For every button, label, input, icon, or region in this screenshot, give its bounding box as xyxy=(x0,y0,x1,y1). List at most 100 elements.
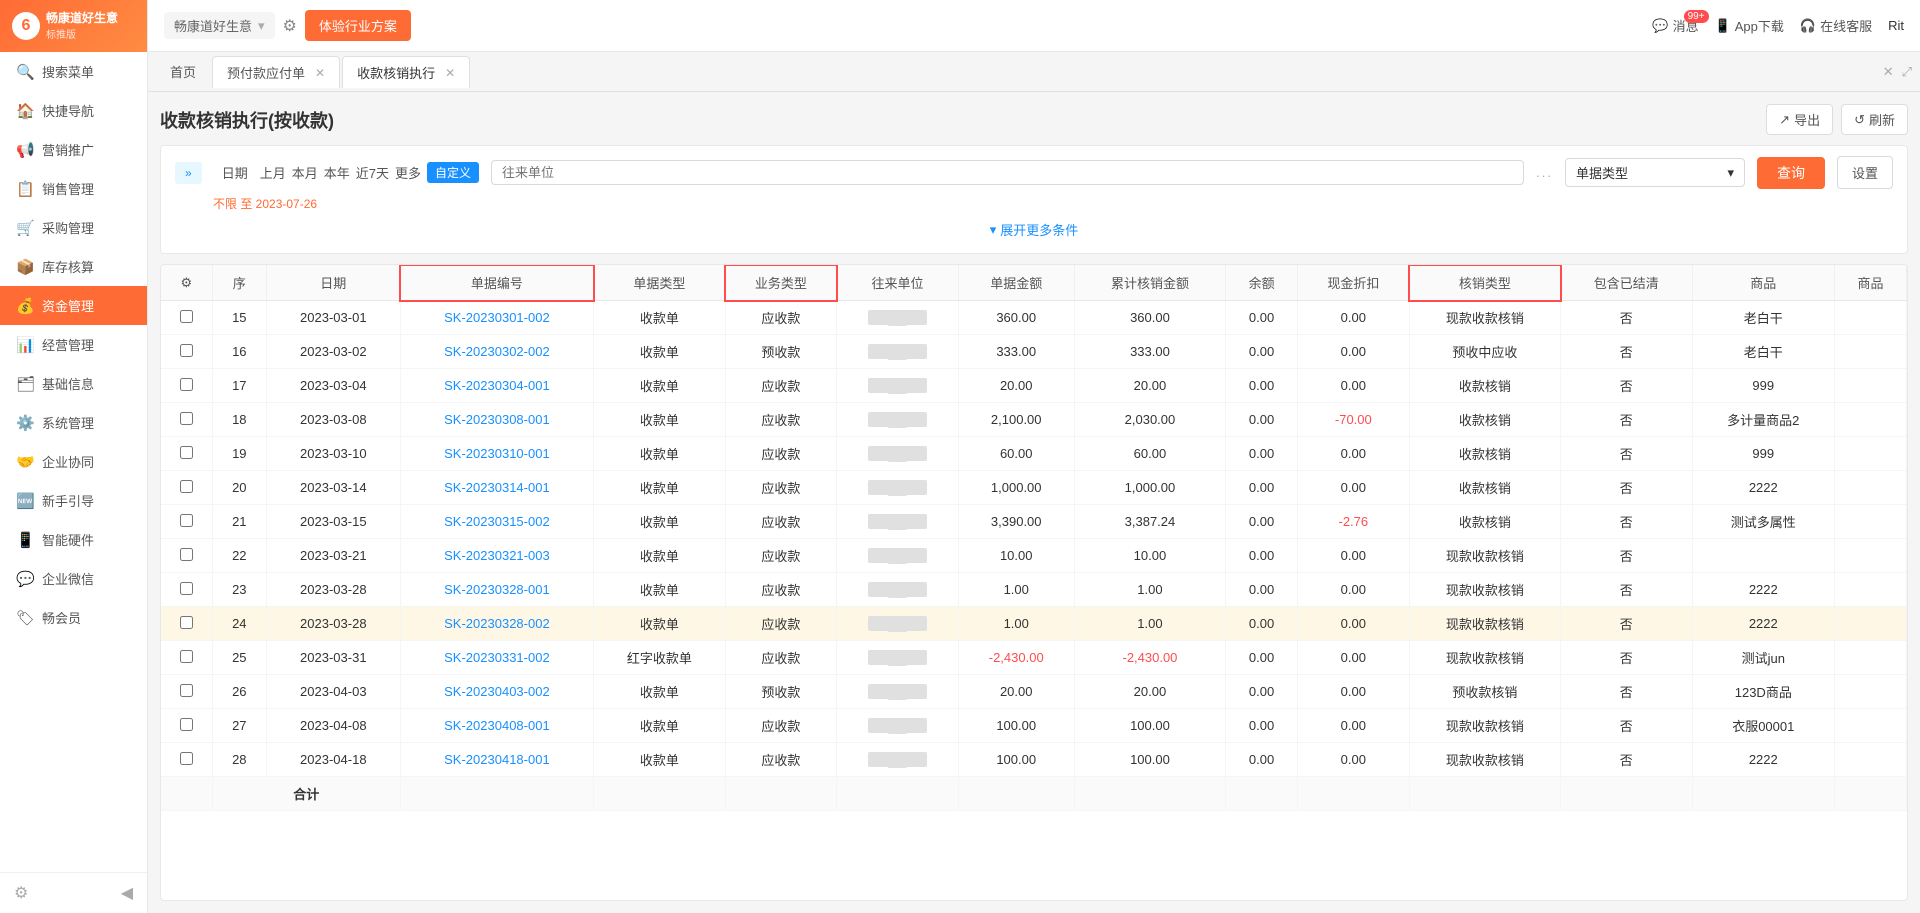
sidebar-item-hardware[interactable]: 📱 智能硬件 xyxy=(0,520,147,559)
col-cancel-type: 核销类型 xyxy=(1409,265,1560,301)
row-checkbox[interactable] xyxy=(161,403,212,437)
row-date: 2023-03-02 xyxy=(266,335,400,369)
tab-collection[interactable]: 收款核销执行 ✕ xyxy=(342,56,470,88)
row-amount: 20.00 xyxy=(958,369,1074,403)
query-button[interactable]: 查询 xyxy=(1757,157,1825,189)
export-button[interactable]: ↗ 导出 xyxy=(1766,104,1833,135)
sidebar-item-purchase[interactable]: 🛒 采购管理 xyxy=(0,208,147,247)
row-checkbox[interactable] xyxy=(161,369,212,403)
row-doc-no[interactable]: SK-20230310-001 xyxy=(400,437,593,471)
user-info[interactable]: Rit xyxy=(1888,18,1904,33)
tab-close-collection[interactable]: ✕ xyxy=(445,66,455,80)
sidebar-item-guide[interactable]: 🆕 新手引导 xyxy=(0,481,147,520)
sidebar-item-marketing[interactable]: 📢 营销推广 xyxy=(0,130,147,169)
row-checkbox[interactable] xyxy=(161,709,212,743)
col-settings[interactable]: ⚙ xyxy=(161,265,212,301)
filter-date-this-year[interactable]: 本年 xyxy=(324,163,350,182)
refresh-button[interactable]: ↺ 刷新 xyxy=(1841,104,1908,135)
sidebar-item-quick-nav[interactable]: 🏠 快捷导航 xyxy=(0,91,147,130)
app-download[interactable]: 📱 App下载 xyxy=(1715,16,1784,35)
row-checkbox[interactable] xyxy=(161,539,212,573)
filter-unit-input[interactable] xyxy=(491,160,1524,185)
row-balance: 0.00 xyxy=(1226,641,1298,675)
messages-badge[interactable]: 💬 消息 99+ xyxy=(1652,16,1698,35)
row-acc-amount: -2,430.00 xyxy=(1074,641,1225,675)
tab-close-all-icon[interactable]: ✕ xyxy=(1883,64,1894,80)
row-checkbox[interactable] xyxy=(161,335,212,369)
tab-expand-icon[interactable]: ⤢ xyxy=(1902,64,1912,80)
tab-prepayment[interactable]: 预付款应付单 ✕ xyxy=(212,56,340,88)
row-cancel-type: 收款核销 xyxy=(1409,471,1560,505)
main-content: 畅康道好生意 ▾ ⚙ 体验行业方案 💬 消息 99+ 📱 App下载 🎧 在线客… xyxy=(148,0,1920,913)
row-checkbox[interactable] xyxy=(161,471,212,505)
row-doc-type: 收款单 xyxy=(594,403,726,437)
sidebar-settings-icon[interactable]: ⚙ xyxy=(14,883,28,903)
row-goods2 xyxy=(1835,301,1907,335)
row-doc-no[interactable]: SK-20230408-001 xyxy=(400,709,593,743)
filter-date-this-month[interactable]: 本月 xyxy=(292,163,318,182)
row-checkbox[interactable] xyxy=(161,437,212,471)
row-checkbox[interactable] xyxy=(161,301,212,335)
tab-close-prepayment[interactable]: ✕ xyxy=(315,66,325,80)
row-doc-no[interactable]: SK-20230315-002 xyxy=(400,505,593,539)
row-checkbox[interactable] xyxy=(161,607,212,641)
row-seq: 23 xyxy=(212,573,266,607)
total-label: 合计 xyxy=(212,777,400,811)
filter-toggle-button[interactable]: » xyxy=(175,162,202,184)
sidebar-item-search[interactable]: 🔍 搜索菜单 xyxy=(0,52,147,91)
row-checkbox[interactable] xyxy=(161,675,212,709)
row-cancel-type: 收款核销 xyxy=(1409,403,1560,437)
filter-custom-button[interactable]: 自定义 xyxy=(427,162,479,183)
refresh-icon: ↺ xyxy=(1854,112,1865,128)
row-cancel-type: 收款核销 xyxy=(1409,369,1560,403)
sidebar-item-system[interactable]: ⚙️ 系统管理 xyxy=(0,403,147,442)
row-checkbox[interactable] xyxy=(161,505,212,539)
sidebar-nav: 🔍 搜索菜单 🏠 快捷导航 📢 营销推广 📋 销售管理 🛒 采购管理 📦 库存核… xyxy=(0,52,147,872)
row-balance: 0.00 xyxy=(1226,539,1298,573)
row-doc-no[interactable]: SK-20230302-002 xyxy=(400,335,593,369)
row-doc-no[interactable]: SK-20230301-002 xyxy=(400,301,593,335)
filter-type-select[interactable]: 单据类型 ▾ xyxy=(1565,158,1745,187)
table-row: 16 2023-03-02 SK-20230302-002 收款单 预收款 ██… xyxy=(161,335,1907,369)
row-doc-no[interactable]: SK-20230308-001 xyxy=(400,403,593,437)
sidebar-item-finance[interactable]: 💰 资金管理 xyxy=(0,286,147,325)
row-doc-no[interactable]: SK-20230304-001 xyxy=(400,369,593,403)
row-biz-type: 应收款 xyxy=(725,403,837,437)
filter-date-more[interactable]: 更多 xyxy=(395,163,421,182)
online-service[interactable]: 🎧 在线客服 xyxy=(1800,16,1872,35)
topbar: 畅康道好生意 ▾ ⚙ 体验行业方案 💬 消息 99+ 📱 App下载 🎧 在线客… xyxy=(148,0,1920,52)
sidebar-item-basic[interactable]: 🗂 基础信息 xyxy=(0,364,147,403)
filter-date-7days[interactable]: 近7天 xyxy=(356,163,389,182)
sidebar-item-member[interactable]: 🏷 畅会员 xyxy=(0,598,147,637)
row-doc-no[interactable]: SK-20230321-003 xyxy=(400,539,593,573)
row-cash-discount: 0.00 xyxy=(1298,743,1410,777)
setting-button[interactable]: 设置 xyxy=(1837,156,1893,189)
row-doc-no[interactable]: SK-20230331-002 xyxy=(400,641,593,675)
row-doc-no[interactable]: SK-20230328-002 xyxy=(400,607,593,641)
sidebar-item-sales[interactable]: 📋 销售管理 xyxy=(0,169,147,208)
row-doc-no[interactable]: SK-20230403-002 xyxy=(400,675,593,709)
row-amount: 1,000.00 xyxy=(958,471,1074,505)
row-checkbox[interactable] xyxy=(161,641,212,675)
row-seq: 27 xyxy=(212,709,266,743)
filter-date-last-month[interactable]: 上月 xyxy=(260,163,286,182)
row-checkbox[interactable] xyxy=(161,573,212,607)
topbar-gear-icon[interactable]: ⚙ xyxy=(283,16,297,36)
sidebar-item-inventory[interactable]: 📦 库存核算 xyxy=(0,247,147,286)
row-include-settled: 否 xyxy=(1561,709,1693,743)
row-date: 2023-04-08 xyxy=(266,709,400,743)
sidebar-collapse-icon[interactable]: ◀ xyxy=(121,883,133,903)
row-doc-no[interactable]: SK-20230328-001 xyxy=(400,573,593,607)
row-unit: ██ xyxy=(837,505,958,539)
row-doc-no[interactable]: SK-20230314-001 xyxy=(400,471,593,505)
filter-expand-button[interactable]: ▾ 展开更多条件 xyxy=(175,216,1893,243)
row-doc-no[interactable]: SK-20230418-001 xyxy=(400,743,593,777)
row-checkbox[interactable] xyxy=(161,743,212,777)
sidebar-item-wechat[interactable]: 💬 企业微信 xyxy=(0,559,147,598)
settings-gear-icon[interactable]: ⚙ xyxy=(181,275,193,290)
tab-home[interactable]: 首页 xyxy=(156,56,210,87)
sidebar-item-operations[interactable]: 📊 经营管理 xyxy=(0,325,147,364)
sidebar-item-enterprise[interactable]: 🤝 企业协同 xyxy=(0,442,147,481)
solution-button[interactable]: 体验行业方案 xyxy=(305,10,411,41)
row-doc-type: 收款单 xyxy=(594,369,726,403)
